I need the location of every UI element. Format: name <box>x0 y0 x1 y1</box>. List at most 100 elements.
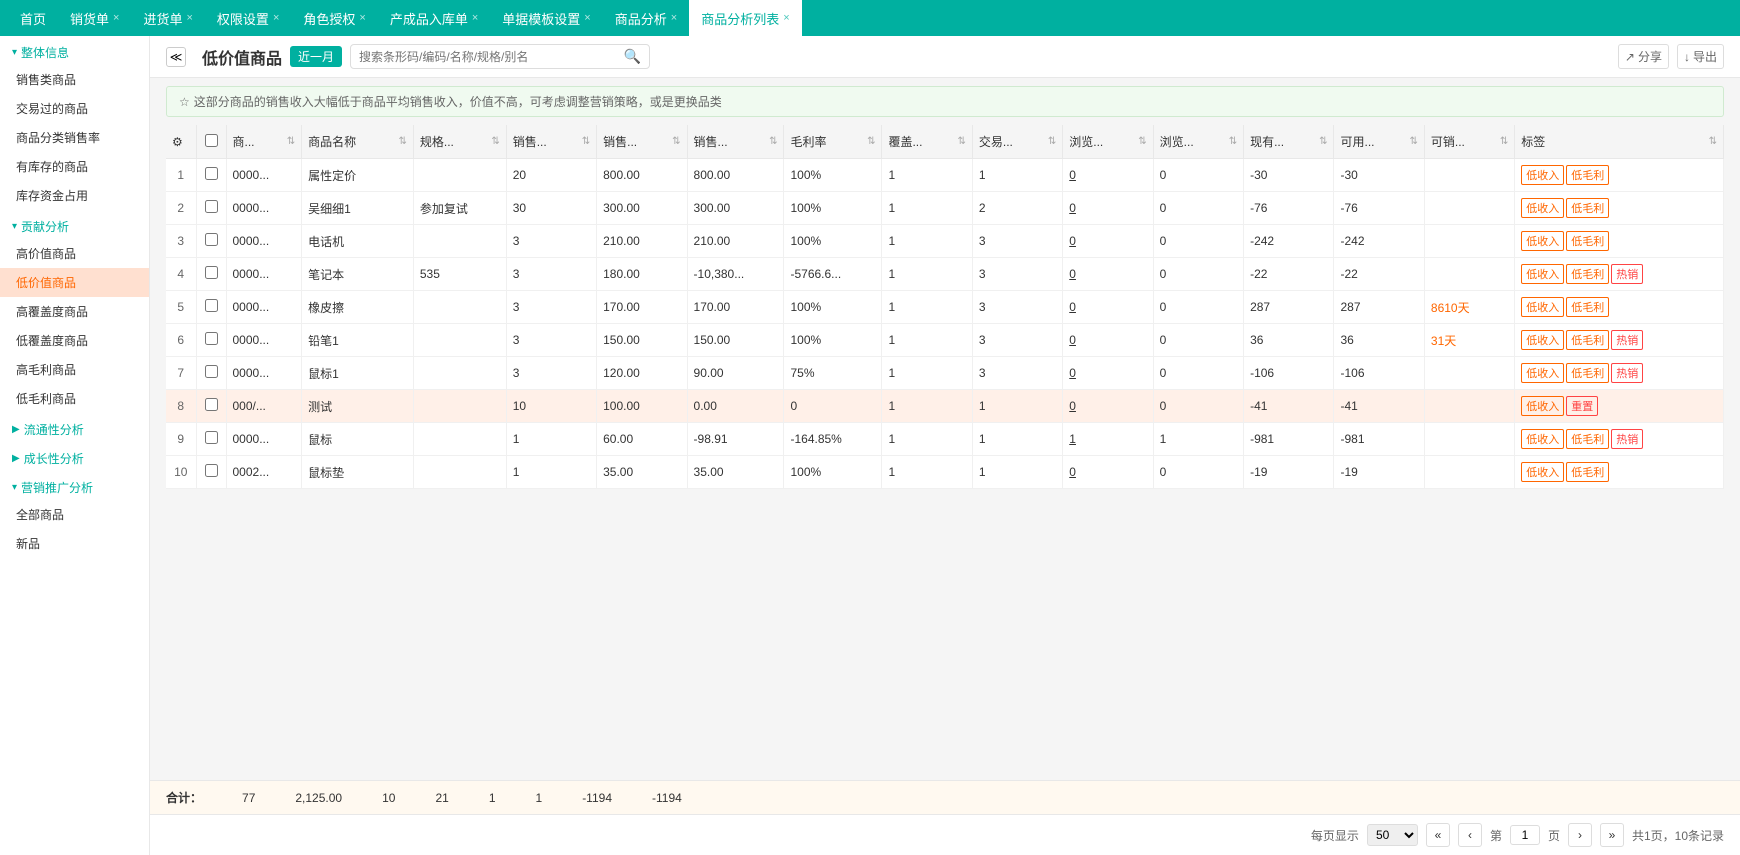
row-name[interactable]: 笔记本 <box>302 258 414 291</box>
time-range-tag[interactable]: 近一月 <box>290 46 342 67</box>
close-product-analysis-list-tab[interactable]: × <box>783 12 789 24</box>
views1-link[interactable]: 0 <box>1069 300 1076 314</box>
nav-product-entry[interactable]: 产成品入库单 × <box>378 0 490 36</box>
sidebar-section-overall[interactable]: ▾ 整体信息 <box>0 36 149 65</box>
sidebar-item-low-margin[interactable]: 低毛利商品 <box>0 384 149 413</box>
row-checkbox-cell[interactable] <box>196 225 226 258</box>
row-name[interactable]: 橡皮擦 <box>302 291 414 324</box>
th-spec[interactable]: 规格...⇅ <box>413 125 506 159</box>
sidebar-item-new-products[interactable]: 新品 <box>0 529 149 558</box>
views1-link[interactable]: 0 <box>1069 366 1076 380</box>
nav-sales[interactable]: 销货单 × <box>58 0 131 36</box>
row-checkbox[interactable] <box>205 464 218 477</box>
close-purchase-tab[interactable]: × <box>186 12 192 24</box>
row-checkbox[interactable] <box>205 266 218 279</box>
row-name[interactable]: 电话机 <box>302 225 414 258</box>
row-views1[interactable]: 0 <box>1063 357 1153 390</box>
sidebar-section-growth[interactable]: ▶ 成长性分析 <box>0 442 149 471</box>
row-name[interactable]: 鼠标 <box>302 423 414 456</box>
sidebar-section-circulation[interactable]: ▶ 流通性分析 <box>0 413 149 442</box>
nav-permission[interactable]: 权限设置 × <box>205 0 291 36</box>
sidebar-item-sales-products[interactable]: 销售类商品 <box>0 65 149 94</box>
sidebar-item-stock-capital[interactable]: 库存资金占用 <box>0 181 149 210</box>
row-views1[interactable]: 0 <box>1063 390 1153 423</box>
row-checkbox-cell[interactable] <box>196 423 226 456</box>
last-page-button[interactable]: » <box>1600 823 1624 847</box>
th-views1[interactable]: 浏览...⇅ <box>1063 125 1153 159</box>
nav-role[interactable]: 角色授权 × <box>291 0 377 36</box>
row-checkbox-cell[interactable] <box>196 258 226 291</box>
nav-purchase[interactable]: 进货单 × <box>131 0 204 36</box>
sidebar-item-stock-products[interactable]: 有库存的商品 <box>0 152 149 181</box>
row-views1[interactable]: 0 <box>1063 192 1153 225</box>
views1-link[interactable]: 0 <box>1069 234 1076 248</box>
row-checkbox-cell[interactable] <box>196 357 226 390</box>
row-name[interactable]: 测试 <box>302 390 414 423</box>
export-button[interactable]: ↓ 导出 <box>1677 44 1724 69</box>
row-checkbox[interactable] <box>205 167 218 180</box>
row-name[interactable]: 鼠标垫 <box>302 456 414 489</box>
close-role-tab[interactable]: × <box>359 12 365 24</box>
select-all-checkbox[interactable] <box>205 134 218 147</box>
views1-link[interactable]: 1 <box>1069 432 1076 446</box>
th-sale-amount[interactable]: 销售...⇅ <box>687 125 784 159</box>
th-coverage[interactable]: 覆盖...⇅ <box>882 125 972 159</box>
sidebar-item-low-coverage[interactable]: 低覆盖度商品 <box>0 326 149 355</box>
sidebar-item-low-value[interactable]: 低价值商品 <box>0 268 149 297</box>
views1-link[interactable]: 0 <box>1069 399 1076 413</box>
sidebar-item-high-coverage[interactable]: 高覆盖度商品 <box>0 297 149 326</box>
views1-link[interactable]: 0 <box>1069 465 1076 479</box>
prev-page-button[interactable]: ‹ <box>1458 823 1482 847</box>
th-sale-qty[interactable]: 销售...⇅ <box>506 125 596 159</box>
page-input[interactable] <box>1510 825 1540 845</box>
share-button[interactable]: ↗ 分享 <box>1618 44 1669 69</box>
views1-link[interactable]: 0 <box>1069 333 1076 347</box>
sidebar-item-category-sales-rate[interactable]: 商品分类销售率 <box>0 123 149 152</box>
sidebar-section-marketing[interactable]: ▾ 营销推广分析 <box>0 471 149 500</box>
row-checkbox-cell[interactable] <box>196 159 226 192</box>
row-checkbox-cell[interactable] <box>196 291 226 324</box>
row-checkbox[interactable] <box>205 398 218 411</box>
row-checkbox[interactable] <box>205 299 218 312</box>
th-available[interactable]: 可用...⇅ <box>1334 125 1424 159</box>
row-views1[interactable]: 0 <box>1063 258 1153 291</box>
row-views1[interactable]: 0 <box>1063 159 1153 192</box>
close-template-tab[interactable]: × <box>584 12 590 24</box>
nav-template[interactable]: 单据模板设置 × <box>490 0 602 36</box>
next-page-button[interactable]: › <box>1568 823 1592 847</box>
views1-link[interactable]: 0 <box>1069 201 1076 215</box>
page-size-select[interactable]: 50 100 200 <box>1367 824 1418 846</box>
search-icon[interactable]: 🔍 <box>624 48 641 65</box>
close-sales-tab[interactable]: × <box>113 12 119 24</box>
row-name[interactable]: 鼠标1 <box>302 357 414 390</box>
close-product-analysis-tab[interactable]: × <box>671 12 677 24</box>
th-code[interactable]: 商...⇅ <box>226 125 302 159</box>
row-views1[interactable]: 0 <box>1063 456 1153 489</box>
row-checkbox-cell[interactable] <box>196 192 226 225</box>
nav-product-analysis[interactable]: 商品分析 × <box>603 0 689 36</box>
close-permission-tab[interactable]: × <box>273 12 279 24</box>
nav-home[interactable]: 首页 <box>8 0 58 36</box>
sidebar-item-high-value[interactable]: 高价值商品 <box>0 239 149 268</box>
row-checkbox[interactable] <box>205 200 218 213</box>
th-saleable[interactable]: 可销...⇅ <box>1424 125 1514 159</box>
sidebar-toggle-button[interactable]: ≪ <box>166 47 186 67</box>
views1-link[interactable]: 0 <box>1069 168 1076 182</box>
row-views1[interactable]: 0 <box>1063 324 1153 357</box>
th-trade[interactable]: 交易...⇅ <box>972 125 1062 159</box>
row-checkbox-cell[interactable] <box>196 390 226 423</box>
th-current-stock[interactable]: 现有...⇅ <box>1244 125 1334 159</box>
search-input[interactable] <box>359 50 624 64</box>
first-page-button[interactable]: « <box>1426 823 1450 847</box>
th-tags[interactable]: 标签⇅ <box>1515 125 1724 159</box>
nav-product-analysis-list[interactable]: 商品分析列表 × <box>689 0 801 36</box>
row-checkbox[interactable] <box>205 365 218 378</box>
row-name[interactable]: 属性定价 <box>302 159 414 192</box>
th-settings[interactable]: ⚙ <box>166 125 196 159</box>
sidebar-item-high-margin[interactable]: 高毛利商品 <box>0 355 149 384</box>
row-checkbox[interactable] <box>205 332 218 345</box>
row-views1[interactable]: 0 <box>1063 291 1153 324</box>
sidebar-item-traded-products[interactable]: 交易过的商品 <box>0 94 149 123</box>
th-checkbox[interactable] <box>196 125 226 159</box>
row-checkbox[interactable] <box>205 233 218 246</box>
